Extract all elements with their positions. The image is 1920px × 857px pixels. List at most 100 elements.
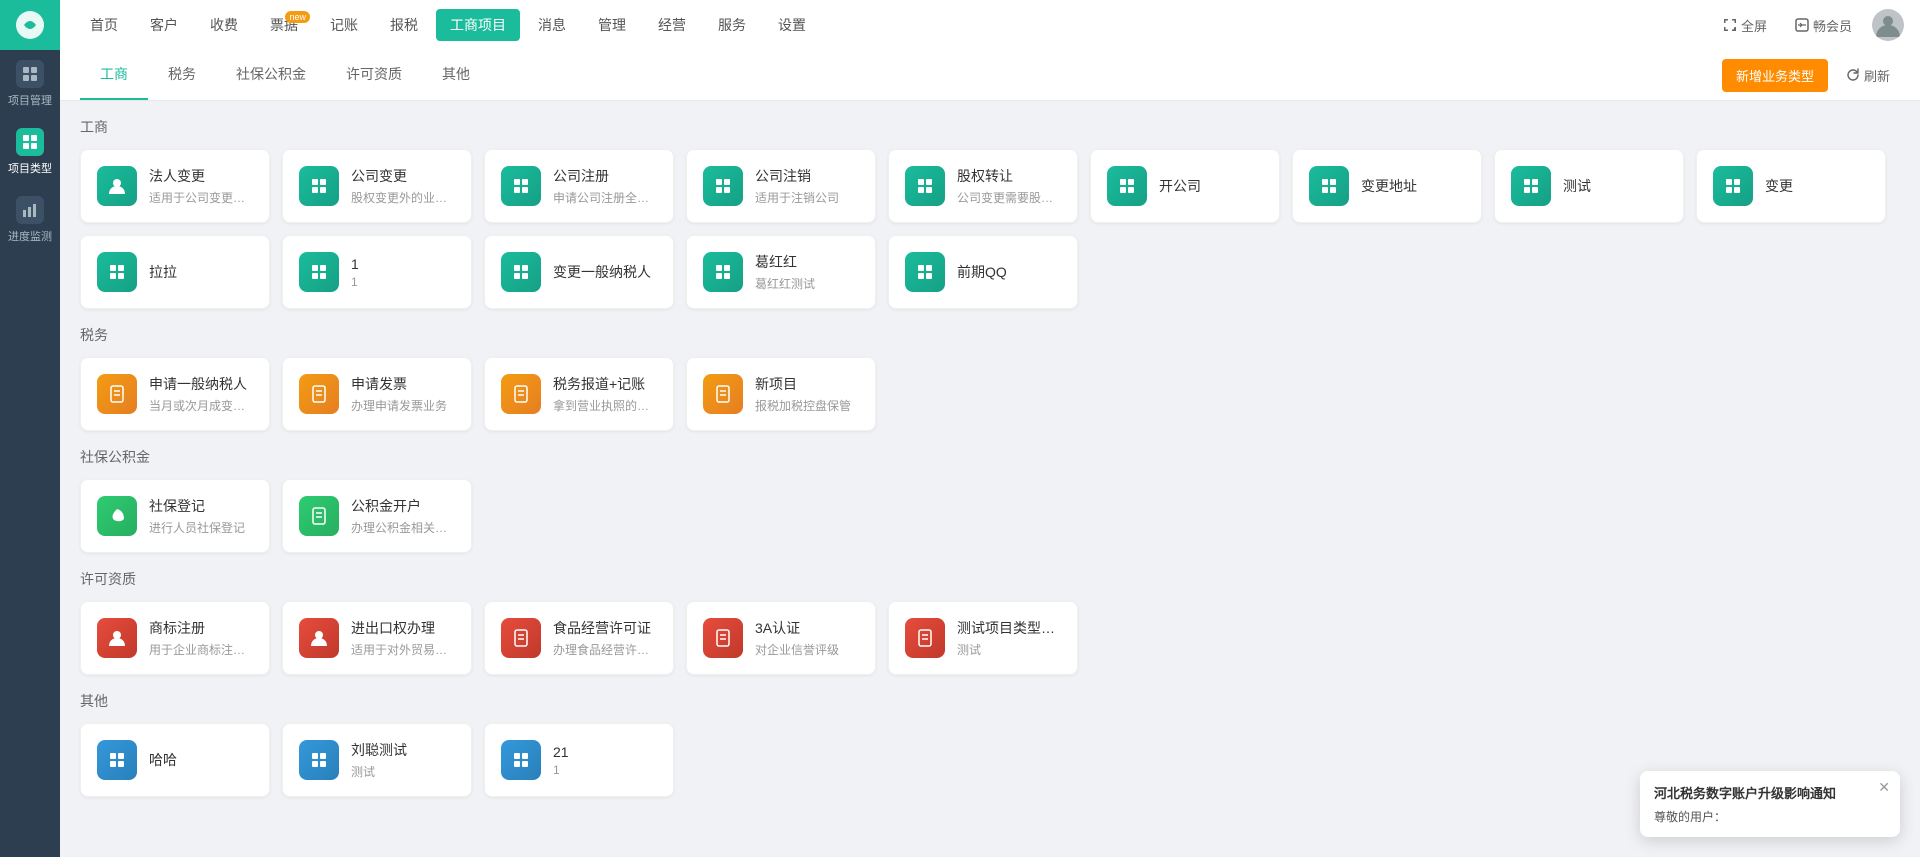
tabs-bar: 工商 税务 社保公积金 许可资质 其他 新增业务类型 刷新 <box>60 50 1920 101</box>
card-text: 法人变更适用于公司变更法人 <box>149 166 253 206</box>
add-type-button[interactable]: 新增业务类型 <box>1722 59 1828 92</box>
card-item[interactable]: 公司变更股权变更外的业务变更 <box>282 149 472 223</box>
card-name: 新项目 <box>755 374 859 394</box>
card-text: 公司变更股权变更外的业务变更 <box>351 166 455 206</box>
card-item[interactable]: 法人变更适用于公司变更法人 <box>80 149 270 223</box>
card-text: 申请一般纳税人当月或次月成变更完成 <box>149 374 253 414</box>
card-name: 申请发票 <box>351 374 455 394</box>
card-item[interactable]: 新项目报税加税控盘保管 <box>686 357 876 431</box>
card-item[interactable]: 测试 <box>1494 149 1684 223</box>
card-text: 拉拉 <box>149 262 253 282</box>
card-item[interactable]: 拉拉 <box>80 235 270 309</box>
card-item[interactable]: 变更一般纳税人 <box>484 235 674 309</box>
card-desc: 拿到营业执照的新公司 <box>553 397 657 414</box>
tab-xuke[interactable]: 许可资质 <box>326 50 422 100</box>
nav-tax[interactable]: 报税 <box>376 9 432 41</box>
card-name: 开公司 <box>1159 176 1263 196</box>
nav-service[interactable]: 服务 <box>704 9 760 41</box>
sidebar-label-progress: 进度监测 <box>8 228 52 244</box>
card-item[interactable]: 211 <box>484 723 674 797</box>
card-icon <box>501 166 541 206</box>
nav-bizproject[interactable]: 工商项目 <box>436 9 520 41</box>
nav-fee[interactable]: 收费 <box>196 9 252 41</box>
card-item[interactable]: 股权转让公司变更需要股权转让 <box>888 149 1078 223</box>
card-desc: 1 <box>553 763 657 777</box>
tab-shebao[interactable]: 社保公积金 <box>216 50 326 100</box>
card-text: 公司注销适用于注销公司 <box>755 166 859 206</box>
card-item[interactable]: 申请一般纳税人当月或次月成变更完成 <box>80 357 270 431</box>
card-item[interactable]: 3A认证对企业信誉评级 <box>686 601 876 675</box>
member-button[interactable]: 畅会员 <box>1787 12 1860 39</box>
card-item[interactable]: 申请发票办理申请发票业务 <box>282 357 472 431</box>
card-item[interactable]: 哈哈 <box>80 723 270 797</box>
card-item[interactable]: 变更 <box>1696 149 1886 223</box>
card-item[interactable]: 葛红红葛红红测试 <box>686 235 876 309</box>
card-name: 哈哈 <box>149 750 253 770</box>
sidebar-item-project-manage[interactable]: 项目管理 <box>0 50 60 118</box>
tab-shuiwu[interactable]: 税务 <box>148 50 216 100</box>
card-text: 哈哈 <box>149 750 253 770</box>
fullscreen-label: 全屏 <box>1741 16 1767 35</box>
refresh-icon <box>1846 68 1860 82</box>
card-item[interactable]: 变更地址 <box>1292 149 1482 223</box>
nav-bill[interactable]: 票据 new <box>256 9 312 41</box>
nav-manage[interactable]: 管理 <box>584 9 640 41</box>
card-item[interactable]: 公司注册申请公司注册全流程 <box>484 149 674 223</box>
card-icon <box>905 166 945 206</box>
sidebar-item-project-type[interactable]: 项目类型 <box>0 118 60 186</box>
card-item[interactable]: 开公司 <box>1090 149 1280 223</box>
nav-home[interactable]: 首页 <box>76 9 132 41</box>
nav-bookkeeping[interactable]: 记账 <box>316 9 372 41</box>
card-item[interactable]: 食品经营许可证办理食品经营许可证 <box>484 601 674 675</box>
card-item[interactable]: 前期QQ <box>888 235 1078 309</box>
card-item[interactable]: 刘聪测试测试 <box>282 723 472 797</box>
topbar-nav: 首页 客户 收费 票据 new 记账 报税 工商项目 消息 管理 经营 服务 设… <box>76 9 1711 41</box>
tab-other[interactable]: 其他 <box>422 50 490 100</box>
card-desc: 适用于公司变更法人 <box>149 189 253 206</box>
cards-grid: 商标注册用于企业商标注册服务进出口权办理适用于对外贸易经营者食品经营许可证办理食… <box>80 601 1900 675</box>
card-name: 申请一般纳税人 <box>149 374 253 394</box>
card-item[interactable]: 测试项目类型目定义测试 <box>888 601 1078 675</box>
notification-popup: ✕ 河北税务数字账户升级影响通知 尊敬的用户： <box>1640 771 1900 837</box>
card-text: 葛红红葛红红测试 <box>755 252 859 292</box>
card-icon <box>97 374 137 414</box>
card-icon <box>97 618 137 658</box>
member-icon <box>1795 18 1809 32</box>
nav-message[interactable]: 消息 <box>524 9 580 41</box>
card-item[interactable]: 公司注销适用于注销公司 <box>686 149 876 223</box>
card-item[interactable]: 11 <box>282 235 472 309</box>
member-label: 畅会员 <box>1813 16 1852 35</box>
notification-close-button[interactable]: ✕ <box>1878 779 1890 796</box>
card-item[interactable]: 商标注册用于企业商标注册服务 <box>80 601 270 675</box>
sidebar: 项目管理 项目类型 进度监测 <box>0 0 60 857</box>
user-avatar[interactable] <box>1872 9 1904 41</box>
card-name: 刘聪测试 <box>351 740 455 760</box>
notification-body: 尊敬的用户： <box>1654 808 1886 825</box>
tab-gongshang[interactable]: 工商 <box>80 50 148 100</box>
cards-grid: 社保登记进行人员社保登记公积金开户办理公积金相关业务 <box>80 479 1900 553</box>
card-icon <box>1713 166 1753 206</box>
card-name: 公司注册 <box>553 166 657 186</box>
card-icon <box>299 740 339 780</box>
main-scroll[interactable]: 工商法人变更适用于公司变更法人公司变更股权变更外的业务变更公司注册申请公司注册全… <box>60 101 1920 857</box>
section-title: 税务 <box>80 325 1900 345</box>
card-item[interactable]: 税务报道+记账拿到营业执照的新公司 <box>484 357 674 431</box>
nav-operation[interactable]: 经营 <box>644 9 700 41</box>
card-item[interactable]: 社保登记进行人员社保登记 <box>80 479 270 553</box>
card-item[interactable]: 公积金开户办理公积金相关业务 <box>282 479 472 553</box>
card-name: 测试项目类型目定义 <box>957 618 1061 638</box>
card-icon <box>299 252 339 292</box>
card-text: 变更地址 <box>1361 176 1465 196</box>
card-name: 税务报道+记账 <box>553 374 657 394</box>
card-name: 股权转让 <box>957 166 1061 186</box>
card-text: 开公司 <box>1159 176 1263 196</box>
card-name: 法人变更 <box>149 166 253 186</box>
card-text: 11 <box>351 256 455 289</box>
card-item[interactable]: 进出口权办理适用于对外贸易经营者 <box>282 601 472 675</box>
nav-client[interactable]: 客户 <box>136 9 192 41</box>
nav-settings[interactable]: 设置 <box>764 9 820 41</box>
tabs-actions: 新增业务类型 刷新 <box>1722 59 1900 92</box>
sidebar-item-progress[interactable]: 进度监测 <box>0 186 60 254</box>
fullscreen-button[interactable]: 全屏 <box>1715 12 1775 39</box>
refresh-button[interactable]: 刷新 <box>1836 60 1900 91</box>
